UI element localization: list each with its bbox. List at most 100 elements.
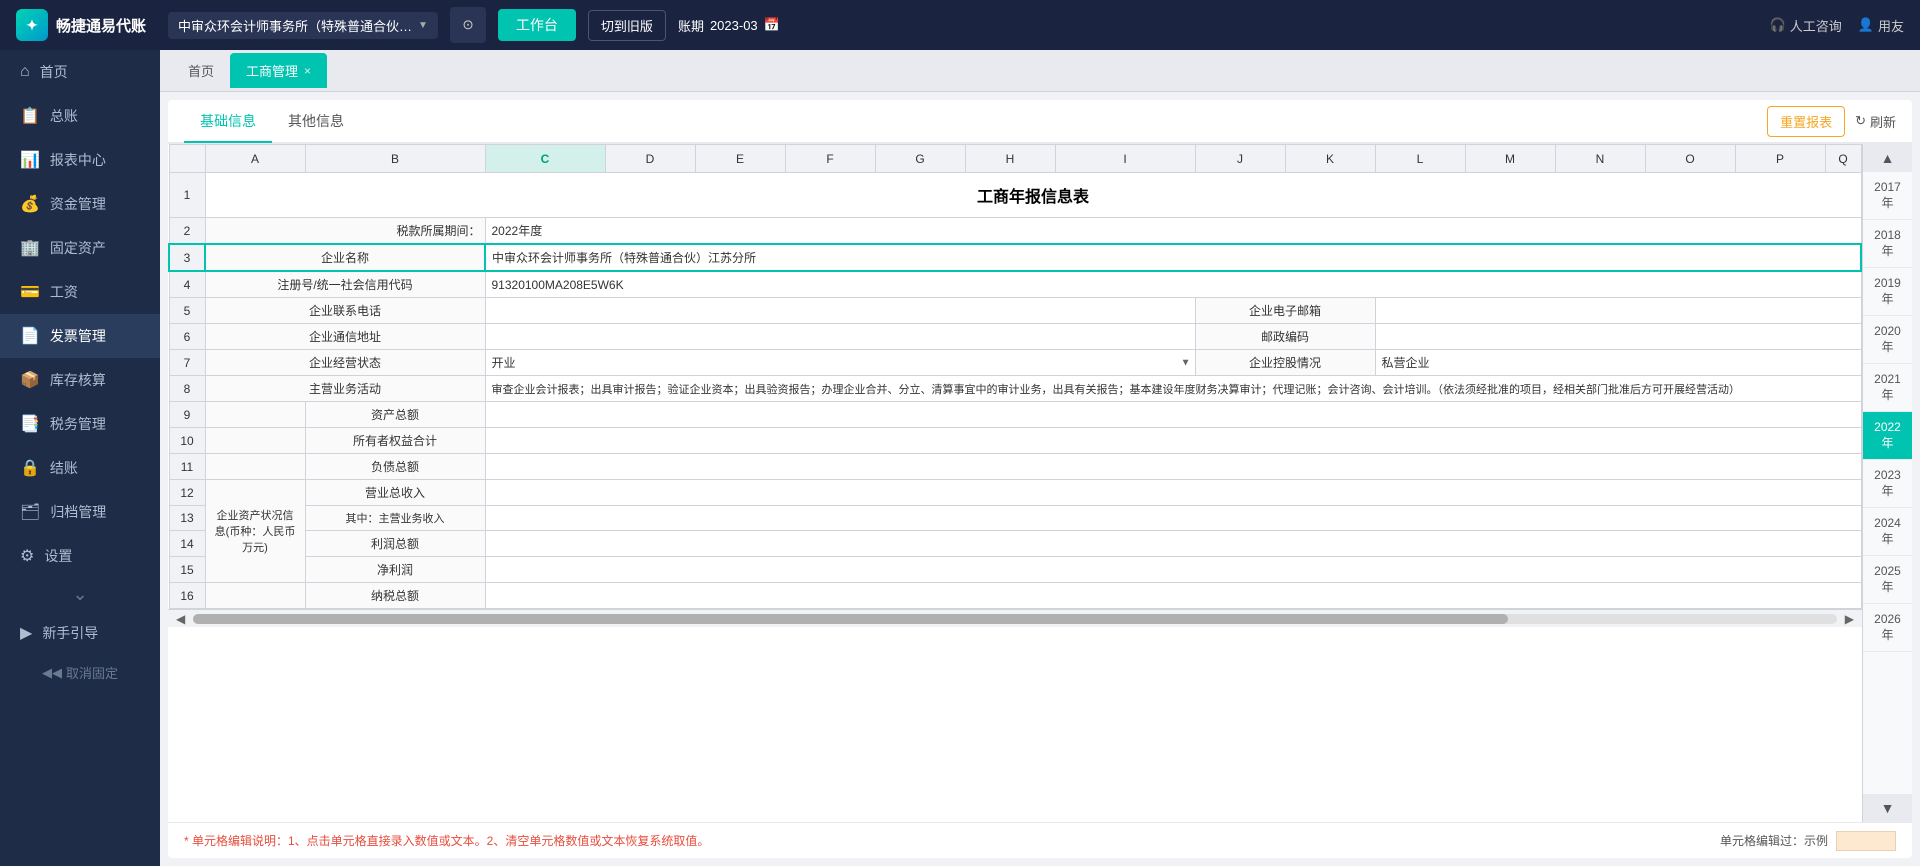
company-name-value-cell[interactable]: 中审众环会计师事务所（特殊普通合伙）江苏分所 [485,244,1861,271]
sidebar-item-archive[interactable]: 🗂 归档管理 [0,490,160,534]
postal-label-cell: 邮政编码 [1195,324,1375,350]
sidebar-scroll-down-button[interactable]: ⌄ [0,578,160,611]
empty-a-10 [205,428,305,454]
sidebar-item-ledger[interactable]: 📋 总账 [0,94,160,138]
year-nav-up-button[interactable]: ▲ [1863,144,1912,172]
year-item-2018[interactable]: 2018年 [1863,220,1912,268]
year-item-2020[interactable]: 2020年 [1863,316,1912,364]
biz-activity-value-cell[interactable]: 审查企业会计报表；出具审计报告；验证企业资本；出具验资报告；办理企业合并、分立、… [485,376,1861,402]
salary-icon: 💳 [20,282,40,302]
reset-report-button[interactable]: 重置报表 [1767,106,1845,137]
table-row: 8 主营业务活动 审查企业会计报表；出具审计报告；验证企业资本；出具验资报告；办… [169,376,1861,402]
sub-tabs: 基础信息 其他信息 重置报表 ↻ 刷新 [168,100,1912,144]
total-profit-value[interactable] [485,531,1861,557]
table-row: 9 资产总额 [169,402,1861,428]
revenue-value[interactable] [485,480,1861,506]
year-item-2017[interactable]: 2017年 [1863,172,1912,220]
sidebar-item-salary[interactable]: 💳 工资 [0,270,160,314]
sidebar-item-inventory[interactable]: 📦 库存核算 [0,358,160,402]
workbench-button[interactable]: 工作台 [498,9,576,41]
year-item-2023[interactable]: 2023年 [1863,460,1912,508]
table-row: 11 负债总额 [169,454,1861,480]
company-icon-btn[interactable]: ⊙ [450,7,486,43]
sidebar-item-assets[interactable]: 🏢 固定资产 [0,226,160,270]
spreadsheet-main[interactable]: A B C D E F G H I J K L [168,144,1862,822]
tab-close-icon[interactable]: × [304,64,311,78]
period-area: 账期 2023-03 📅 [678,16,780,35]
equity-value[interactable] [485,428,1861,454]
biz-status-value-cell[interactable]: 开业 ▼ [485,350,1195,376]
tab-bizmanage[interactable]: 工商管理 × [230,53,327,88]
support-label: 人工咨询 [1790,16,1842,35]
guide-icon: ▶ [20,623,32,643]
h-scroll-left-button[interactable]: ◀ [172,612,189,626]
home-icon: ⌂ [20,63,30,81]
email-value-cell[interactable] [1375,298,1861,324]
inventory-icon: 📦 [20,370,40,390]
sidebar-item-settings[interactable]: ⚙ 设置 [0,534,160,578]
sidebar-item-guide[interactable]: ▶ 新手引导 [0,611,160,655]
year-item-2026[interactable]: 2026年 [1863,604,1912,652]
year-item-2019[interactable]: 2019年 [1863,268,1912,316]
year-item-2024[interactable]: 2024年 [1863,508,1912,556]
total-profit-label: 利润总额 [305,531,485,557]
sidebar-pin-button[interactable]: ◀◀ 取消固定 [0,655,160,690]
calendar-icon[interactable]: 📅 [764,17,780,33]
row-num-8: 8 [169,376,205,402]
year-item-2025[interactable]: 2025年 [1863,556,1912,604]
sub-tab-actions: 重置报表 ↻ 刷新 [1767,106,1896,137]
main-revenue-value[interactable] [485,506,1861,531]
tab-bizmanage-label: 工商管理 [246,61,298,80]
sidebar-item-tax[interactable]: 📑 税务管理 [0,402,160,446]
row-num-16: 16 [169,583,205,609]
postal-value-cell[interactable] [1375,324,1861,350]
reg-num-label-cell: 注册号/统一社会信用代码 [205,271,485,298]
year-item-2021[interactable]: 2021年 [1863,364,1912,412]
sub-tab-other[interactable]: 其他信息 [272,101,360,143]
period-value-cell[interactable]: 2022年度 [485,218,1861,245]
refresh-icon: ↻ [1855,113,1866,129]
sidebar-item-label: 库存核算 [50,370,106,390]
period-value: 2023-03 [710,18,758,33]
phone-value-cell[interactable] [485,298,1195,324]
reg-num-value-cell[interactable]: 91320100MA208E5W6K [485,271,1861,298]
support-item[interactable]: 🎧 人工咨询 [1770,16,1842,35]
year-item-2022[interactable]: 2022年 [1863,412,1912,460]
company-selector[interactable]: 中审众环会计师事务所（特殊普通合伙… ▼ [168,12,438,39]
tab-home[interactable]: 首页 [172,53,230,88]
total-assets-value[interactable] [485,402,1861,428]
address-value-cell[interactable] [485,324,1195,350]
sub-tab-basic[interactable]: 基础信息 [184,101,272,143]
sidebar-item-finance[interactable]: 💰 资金管理 [0,182,160,226]
header-right: 🎧 人工咨询 👤 用友 [1770,16,1904,35]
finance-icon: 💰 [20,194,40,214]
user-label: 用友 [1878,16,1904,35]
holding-value-cell[interactable]: 私营企业 [1375,350,1861,376]
total-tax-label: 纳税总额 [305,583,485,609]
sidebar-item-home[interactable]: ⌂ 首页 [0,50,160,94]
net-profit-value[interactable] [485,557,1861,583]
content-area: 首页 工商管理 × 基础信息 其他信息 重置报表 ↻ [160,50,1920,866]
switch-version-button[interactable]: 切到旧版 [588,10,666,41]
user-item[interactable]: 👤 用友 [1858,16,1904,35]
liabilities-value[interactable] [485,454,1861,480]
h-scroll-right-button[interactable]: ▶ [1841,612,1858,626]
sidebar-item-invoice[interactable]: 📄 发票管理 [0,314,160,358]
total-tax-value[interactable] [485,583,1861,609]
refresh-button[interactable]: ↻ 刷新 [1855,106,1896,137]
h-scroll-track[interactable] [193,614,1837,624]
table-row: 15 净利润 [169,557,1861,583]
close-period-icon: 🔒 [20,458,40,478]
col-e-header: E [695,145,785,173]
phone-label-cell: 企业联系电话 [205,298,485,324]
sidebar-item-reports[interactable]: 📊 报表中心 [0,138,160,182]
sidebar-item-label: 固定资产 [50,238,106,258]
row-num-13: 13 [169,506,205,531]
company-dropdown-icon: ▼ [418,20,428,31]
sidebar-item-close[interactable]: 🔒 结账 [0,446,160,490]
col-b-header: B [305,145,485,173]
year-nav-down-button[interactable]: ▼ [1863,794,1912,822]
status-dropdown-icon: ▼ [1181,357,1191,368]
table-row: 10 所有者权益合计 [169,428,1861,454]
h-scroll-thumb [193,614,1508,624]
